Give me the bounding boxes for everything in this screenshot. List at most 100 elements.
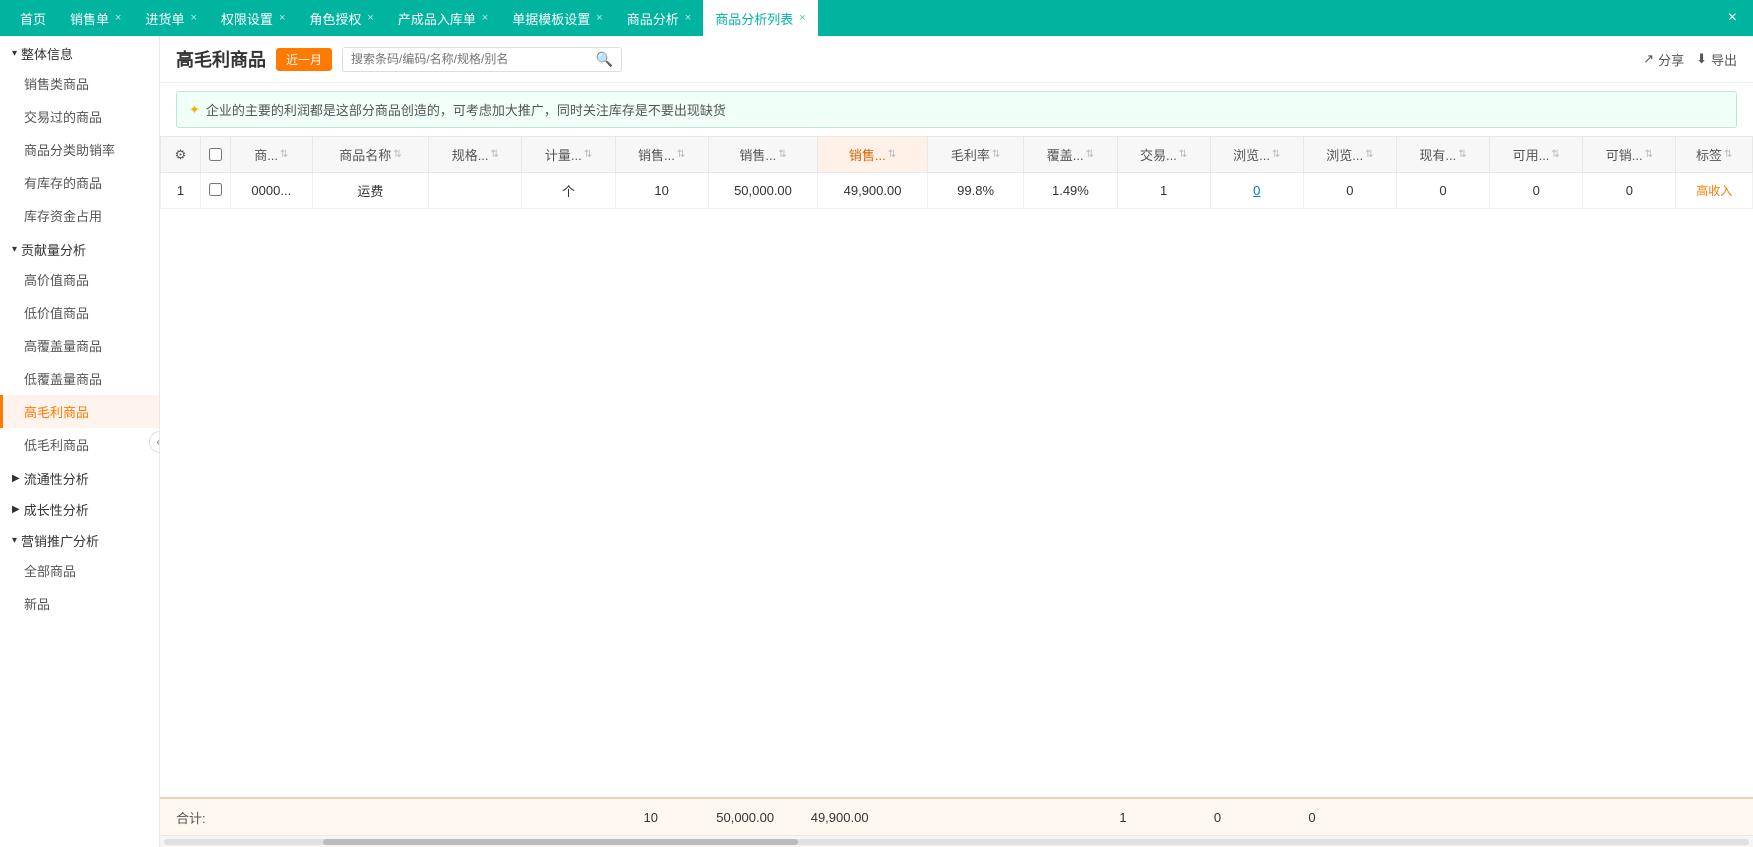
- col-code[interactable]: 商...⇅: [231, 137, 313, 173]
- cell-sales1: 10: [615, 173, 708, 209]
- sort-icon[interactable]: ⇅: [1551, 149, 1559, 160]
- col-sales1[interactable]: 销售...⇅: [615, 137, 708, 173]
- nav-home[interactable]: 首页: [8, 0, 58, 36]
- col-sales2[interactable]: 销售...⇅: [708, 137, 818, 173]
- sidebar-section-contribution[interactable]: ▾ 贡献量分析: [0, 232, 159, 263]
- nav-roles[interactable]: 角色授权 ×: [297, 0, 385, 36]
- cell-browse2: 0: [1303, 173, 1396, 209]
- search-icon[interactable]: 🔍: [596, 51, 613, 68]
- export-button[interactable]: ⬇ 导出: [1696, 50, 1737, 69]
- nav-close-icon[interactable]: ×: [279, 12, 285, 24]
- nav-purchase-order[interactable]: 进货单 ×: [133, 0, 208, 36]
- sort-icon[interactable]: ⇅: [1365, 149, 1373, 160]
- nav-close-icon[interactable]: ×: [482, 12, 488, 24]
- period-button[interactable]: 近一月: [276, 48, 332, 71]
- arrow-right-icon: ▶: [12, 473, 20, 484]
- sort-icon[interactable]: ⇅: [1272, 149, 1280, 160]
- sidebar-item-category-assist[interactable]: 商品分类助销率: [0, 133, 159, 166]
- col-unit[interactable]: 计量...⇅: [522, 137, 615, 173]
- scrollbar-thumb[interactable]: [323, 839, 799, 845]
- cell-available: 0: [1490, 173, 1583, 209]
- nav-permissions[interactable]: 权限设置 ×: [209, 0, 297, 36]
- scrollbar-track[interactable]: [164, 839, 1749, 845]
- nav-product-inbound[interactable]: 产成品入库单 ×: [386, 0, 500, 36]
- sidebar-section-growth[interactable]: ▶ 成长性分析: [0, 492, 159, 523]
- data-table-wrapper[interactable]: ⚙ 商...⇅ 商品名称⇅ 规格...⇅: [160, 136, 1753, 797]
- nav-template-settings[interactable]: 单据模板设置 ×: [500, 0, 614, 36]
- footer-sales1: 10: [603, 810, 697, 825]
- share-button[interactable]: ↗ 分享: [1643, 50, 1684, 69]
- sidebar-item-high-coverage[interactable]: 高覆盖量商品: [0, 329, 159, 362]
- sort-icon[interactable]: ⇅: [491, 149, 499, 160]
- sidebar-item-in-stock-goods[interactable]: 有库存的商品: [0, 166, 159, 199]
- sidebar-item-sales-goods[interactable]: 销售类商品: [0, 67, 159, 100]
- nav-close-active-icon[interactable]: ×: [799, 12, 805, 24]
- sidebar-item-high-value[interactable]: 高价值商品: [0, 263, 159, 296]
- nav-close-icon[interactable]: ×: [367, 12, 373, 24]
- horizontal-scrollbar[interactable]: [160, 835, 1753, 847]
- col-settings[interactable]: ⚙: [161, 137, 201, 173]
- col-sellable[interactable]: 可销...⇅: [1583, 137, 1676, 173]
- cell-sales3: 49,900.00: [818, 173, 928, 209]
- sidebar-item-all-goods[interactable]: 全部商品: [0, 554, 159, 587]
- sort-icon[interactable]: ⇅: [888, 149, 896, 160]
- col-tag[interactable]: 标签⇅: [1676, 137, 1753, 173]
- row-checkbox[interactable]: [209, 183, 222, 196]
- col-browse1[interactable]: 浏览...⇅: [1210, 137, 1303, 173]
- search-input[interactable]: [351, 52, 596, 66]
- nav-close-icon[interactable]: ×: [596, 12, 602, 24]
- sort-icon[interactable]: ⇅: [1724, 149, 1732, 160]
- nav-product-analysis[interactable]: 商品分析 ×: [615, 0, 703, 36]
- nav-product-analysis-list[interactable]: 商品分析列表 ×: [703, 0, 817, 36]
- search-box: 🔍: [342, 47, 622, 72]
- col-available[interactable]: 可用...⇅: [1490, 137, 1583, 173]
- col-current-stock[interactable]: 现有...⇅: [1396, 137, 1489, 173]
- footer-placeholder3: [1359, 810, 1737, 825]
- cell-index: 1: [161, 173, 201, 209]
- col-spec[interactable]: 规格...⇅: [429, 137, 522, 173]
- footer-total-row: 合计: 10 50,000.00 49,900.00 1 0 0: [160, 797, 1753, 835]
- col-sales3[interactable]: 销售...⇅: [818, 137, 928, 173]
- col-margin-rate[interactable]: 毛利率⇅: [927, 137, 1024, 173]
- sort-icon[interactable]: ⇅: [393, 149, 401, 160]
- table-row: 1 0000... 运费 个 10 50,000.00 49,900.00 99…: [161, 173, 1753, 209]
- sort-icon[interactable]: ⇅: [778, 149, 786, 160]
- footer-cell-placeholder: [226, 810, 604, 825]
- nav-close-icon[interactable]: ×: [190, 12, 196, 24]
- cell-checkbox[interactable]: [201, 173, 231, 209]
- sort-icon[interactable]: ⇅: [584, 149, 592, 160]
- main-layout: « ▾ 整体信息 销售类商品 交易过的商品 商品分类助销率 有库存的商品 库存资…: [0, 36, 1753, 847]
- nav-window-close-button[interactable]: ×: [1720, 5, 1745, 31]
- sort-icon[interactable]: ⇅: [1458, 149, 1466, 160]
- sidebar-section-marketing[interactable]: ▾ 营销推广分析: [0, 523, 159, 554]
- col-checkbox-header[interactable]: [201, 137, 231, 173]
- sidebar-item-stock-capital[interactable]: 库存资金占用: [0, 199, 159, 232]
- sort-icon[interactable]: ⇅: [1179, 149, 1187, 160]
- sort-icon[interactable]: ⇅: [1645, 149, 1653, 160]
- nav-sales-order[interactable]: 销售单 ×: [58, 0, 133, 36]
- col-coverage[interactable]: 覆盖...⇅: [1024, 137, 1117, 173]
- sort-icon[interactable]: ⇅: [280, 149, 288, 160]
- nav-close-icon[interactable]: ×: [115, 12, 121, 24]
- cell-sellable: 0: [1583, 173, 1676, 209]
- select-all-checkbox[interactable]: [209, 148, 222, 161]
- col-browse2[interactable]: 浏览...⇅: [1303, 137, 1396, 173]
- cell-code: 0000...: [231, 173, 313, 209]
- sidebar-item-new-goods[interactable]: 新品: [0, 587, 159, 620]
- cell-browse1[interactable]: 0: [1210, 173, 1303, 209]
- sidebar-item-low-value[interactable]: 低价值商品: [0, 296, 159, 329]
- col-transactions[interactable]: 交易...⇅: [1117, 137, 1210, 173]
- nav-close-icon[interactable]: ×: [685, 12, 691, 24]
- sort-icon[interactable]: ⇅: [992, 149, 1000, 160]
- footer-browse1: 0: [1170, 810, 1264, 825]
- sidebar-item-traded-goods[interactable]: 交易过的商品: [0, 100, 159, 133]
- cell-unit: 个: [522, 173, 615, 209]
- sidebar-item-low-coverage[interactable]: 低覆盖量商品: [0, 362, 159, 395]
- sort-icon[interactable]: ⇅: [1086, 149, 1094, 160]
- sidebar-section-overall[interactable]: ▾ 整体信息: [0, 36, 159, 67]
- sidebar-section-liquidity[interactable]: ▶ 流通性分析: [0, 461, 159, 492]
- col-name[interactable]: 商品名称⇅: [312, 137, 429, 173]
- sort-icon[interactable]: ⇅: [677, 149, 685, 160]
- sidebar-item-high-margin[interactable]: 高毛利商品: [0, 395, 159, 428]
- sidebar-item-low-margin[interactable]: 低毛利商品: [0, 428, 159, 461]
